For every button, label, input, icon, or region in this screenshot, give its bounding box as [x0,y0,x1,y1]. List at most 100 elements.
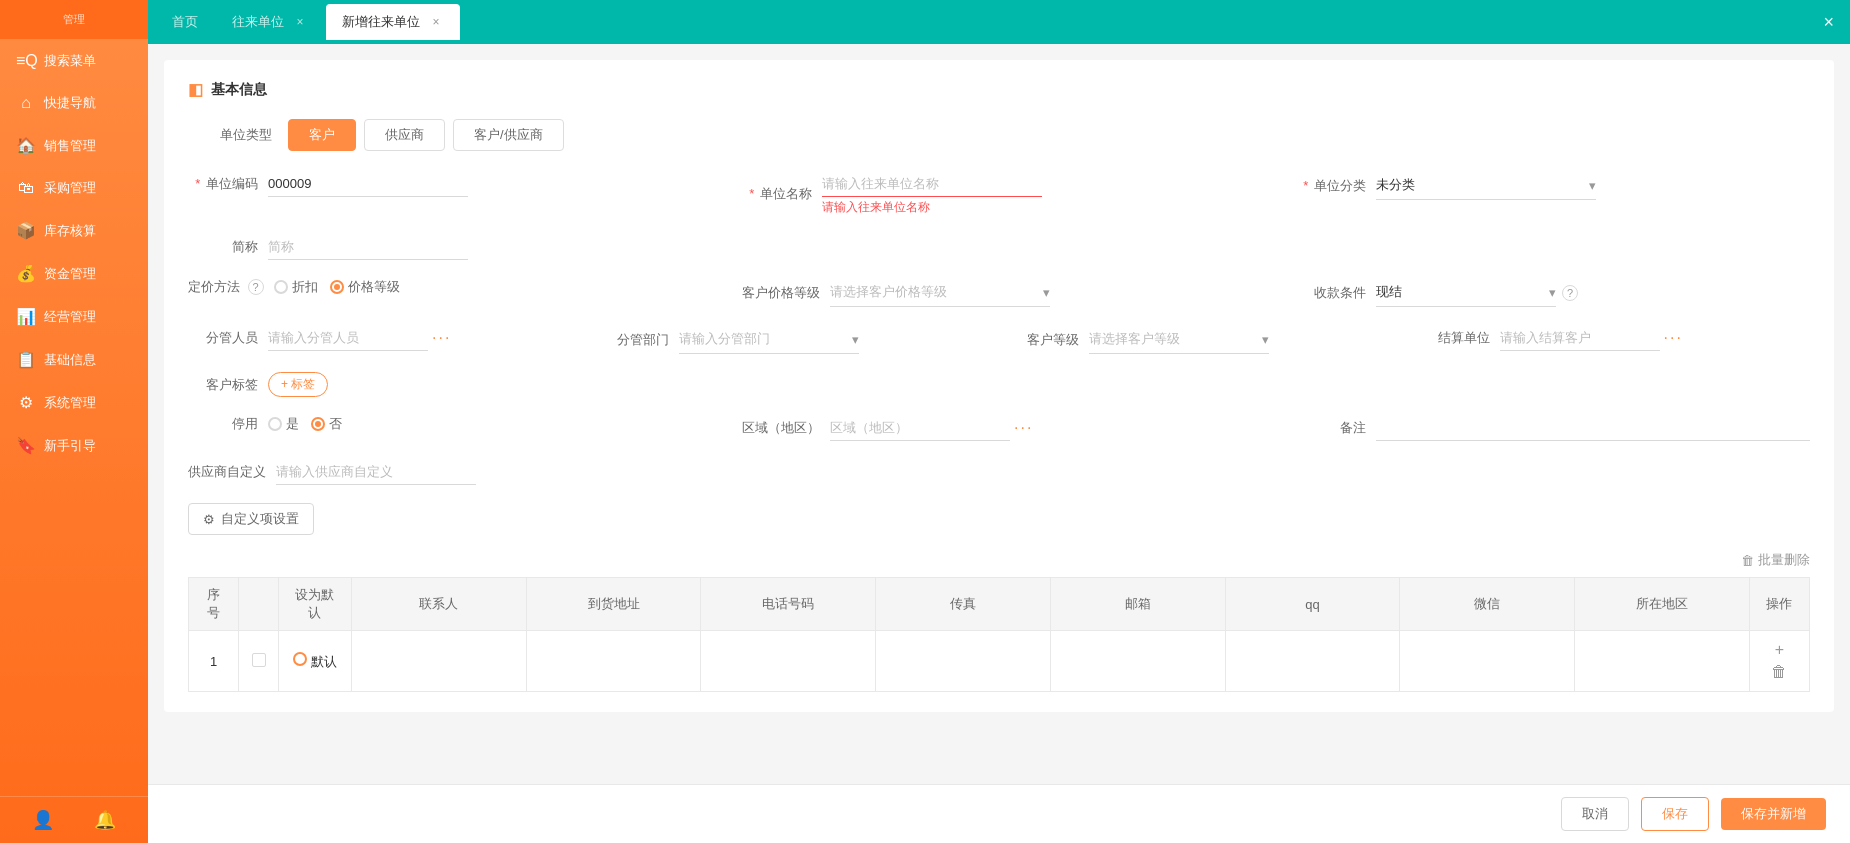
sidebar-item-sales[interactable]: 🏠 销售管理 [0,124,148,167]
sidebar-item-label: 库存核算 [44,222,96,240]
chevron-down-icon: ▾ [1589,178,1596,193]
supplier-custom-input[interactable] [276,459,476,485]
email-input[interactable] [1063,654,1213,669]
operations-icon: 📊 [16,307,36,326]
save-and-new-button[interactable]: 保存并新增 [1721,798,1826,830]
field-customer-tag: 客户标签 + 标签 [188,372,1810,397]
custom-settings-button[interactable]: ⚙ 自定义项设置 [188,503,314,535]
sidebar-item-label: 搜索菜单 [44,52,96,70]
row-fax[interactable] [876,631,1051,692]
sidebar-item-label: 资金管理 [44,265,96,283]
sidebar-item-operations[interactable]: 📊 经营管理 [0,295,148,338]
th-qq: qq [1225,578,1400,631]
manager-input[interactable] [268,325,428,351]
row-address[interactable] [526,631,701,692]
sidebar-item-quick-nav[interactable]: ⌂ 快捷导航 [0,82,148,124]
chevron-down-icon: ▾ [1549,285,1556,300]
delete-row-button[interactable]: 🗑 [1769,661,1789,683]
sidebar-item-finance[interactable]: 💰 资金管理 [0,252,148,295]
short-name-input[interactable] [268,234,468,260]
sidebar-item-basic-info[interactable]: 📋 基础信息 [0,338,148,381]
department-select[interactable]: 请输入分管部门 ▾ [679,325,859,354]
basic-info-icon: 📋 [16,350,36,369]
sidebar-item-label: 基础信息 [44,351,96,369]
field-region: 区域（地区） ··· [742,415,1256,441]
th-email: 邮箱 [1050,578,1225,631]
field-unit-category: * 单位分类 未分类 ▾ [1296,171,1810,200]
row-region[interactable] [1575,631,1750,692]
field-supplier-custom: 供应商自定义 [188,459,1810,485]
sidebar-item-system[interactable]: ⚙ 系统管理 [0,381,148,424]
tab-bar-close-all[interactable]: × [1815,12,1842,33]
region-more-icon[interactable]: ··· [1010,419,1037,437]
address-input[interactable] [539,654,689,669]
tab-home[interactable]: 首页 [156,4,214,40]
pricing-method-help-icon[interactable]: ? [248,279,264,295]
cancel-button[interactable]: 取消 [1561,797,1629,831]
user-icon[interactable]: 👤 [32,809,54,831]
add-tag-button[interactable]: + 标签 [268,372,328,397]
region-table-input[interactable] [1587,654,1737,669]
form-row-5: 客户标签 + 标签 [188,372,1810,397]
radio-yes[interactable]: 是 [268,415,299,433]
tab-unit-list[interactable]: 往来单位 × [216,4,324,40]
form-row-3: 定价方法 ? 折扣 价格等级 [188,278,1810,307]
payment-terms-select[interactable]: 现结 ▾ [1376,278,1556,307]
unit-code-input[interactable] [268,171,468,197]
radio-no-circle [311,417,325,431]
sidebar-item-label: 快捷导航 [44,94,96,112]
payment-terms-help-icon[interactable]: ? [1562,285,1578,301]
fax-input[interactable] [888,654,1038,669]
qq-input[interactable] [1238,654,1388,669]
row-phone[interactable] [701,631,876,692]
unit-btn-supplier[interactable]: 供应商 [364,119,445,151]
sidebar-bottom: 👤 🔔 [0,796,148,843]
notification-icon[interactable]: 🔔 [94,809,116,831]
wechat-input[interactable] [1412,654,1562,669]
unit-btn-customer[interactable]: 客户 [288,119,356,151]
field-department: 分管部门 请输入分管部门 ▾ [599,325,990,354]
guide-icon: 🔖 [16,436,36,455]
unit-name-error: 请输入往来单位名称 [822,199,1256,216]
customer-level-select[interactable]: 请选择客户等级 ▾ [1089,325,1269,354]
chevron-down-icon: ▾ [1262,332,1269,347]
sidebar-item-purchase[interactable]: 🛍 采购管理 [0,167,148,209]
phone-input[interactable] [713,654,863,669]
add-row-button[interactable]: + [1773,639,1786,661]
row-contact[interactable] [351,631,526,692]
radio-discount[interactable]: 折扣 [274,278,318,296]
quick-nav-icon: ⌂ [16,94,36,112]
sidebar-item-search[interactable]: ≡Q 搜索菜单 [0,40,148,82]
field-settlement-unit: 结算单位 ··· [1420,325,1811,351]
sidebar-item-guide[interactable]: 🔖 新手引导 [0,424,148,467]
row-email[interactable] [1050,631,1225,692]
unit-name-input[interactable] [822,171,1042,197]
radio-no[interactable]: 否 [311,415,342,433]
settlement-unit-input[interactable] [1500,325,1660,351]
contact-input[interactable] [364,654,514,669]
row-default[interactable]: 默认 [279,631,352,692]
radio-discount-circle [274,280,288,294]
sidebar-item-inventory[interactable]: 📦 库存核算 [0,209,148,252]
th-checkbox [239,578,279,631]
row-wechat[interactable] [1400,631,1575,692]
remark-input[interactable] [1376,415,1810,441]
unit-category-select[interactable]: 未分类 ▾ [1376,171,1596,200]
unit-btn-both[interactable]: 客户/供应商 [453,119,564,151]
chevron-down-icon: ▾ [1043,285,1050,300]
radio-price-level[interactable]: 价格等级 [330,278,400,296]
settlement-unit-more-icon[interactable]: ··· [1660,329,1687,347]
close-tab-new-unit[interactable]: × [428,14,444,30]
th-contact: 联系人 [351,578,526,631]
row-qq[interactable] [1225,631,1400,692]
close-tab-unit-list[interactable]: × [292,14,308,30]
save-button[interactable]: 保存 [1641,797,1709,831]
settings-gear-icon: ⚙ [203,512,215,527]
manager-more-icon[interactable]: ··· [428,329,455,347]
batch-delete-label[interactable]: 批量删除 [1758,551,1810,569]
tab-new-unit[interactable]: 新增往来单位 × [326,4,460,40]
customer-price-level-select[interactable]: 请选择客户价格等级 ▾ [830,278,1050,307]
row-checkbox[interactable] [239,631,279,692]
form-row-6: 停用 是 否 区域（地区） [188,415,1810,441]
region-input[interactable] [830,415,1010,441]
